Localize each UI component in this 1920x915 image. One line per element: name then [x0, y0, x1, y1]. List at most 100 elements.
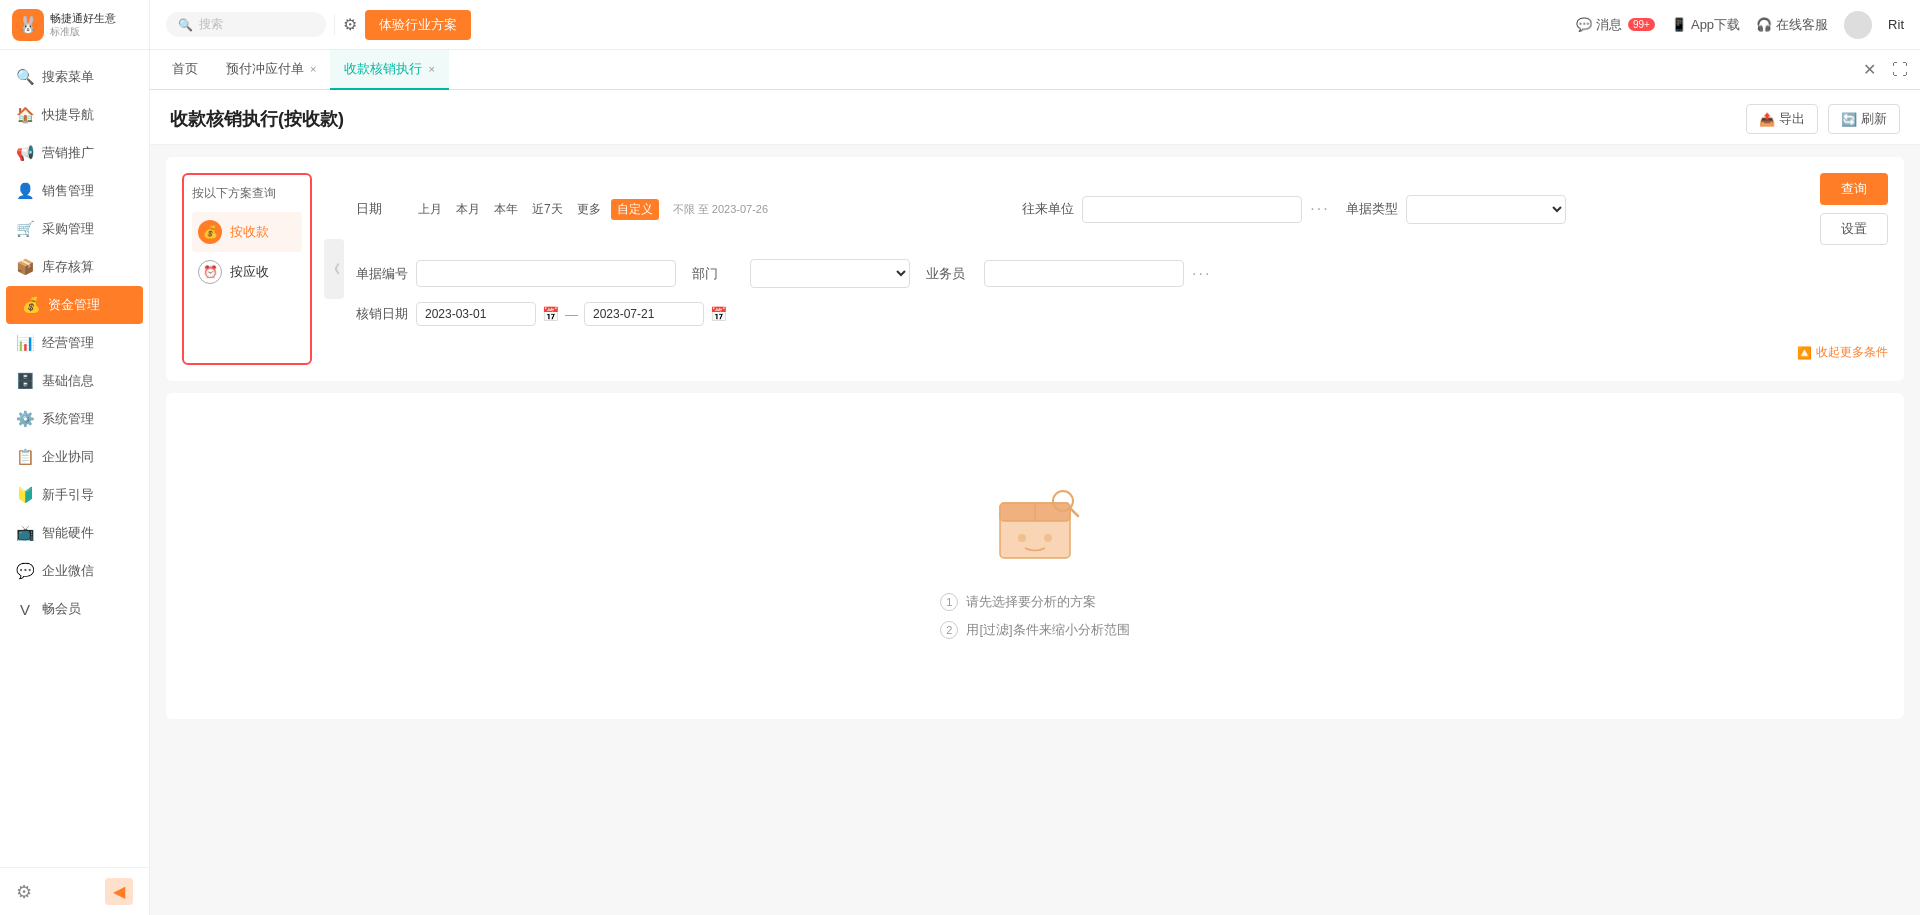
query-button[interactable]: 查询	[1820, 173, 1888, 205]
main-area: 🔍 搜索 ⚙ 体验行业方案 💬 消息 99+ 📱 App下载 🎧 在线客服 Ri…	[150, 0, 1920, 915]
verify-date-end[interactable]	[584, 302, 704, 326]
empty-illustration	[975, 473, 1095, 573]
topbar-search-box[interactable]: 🔍 搜索	[166, 12, 326, 37]
wechat-icon: 💬	[16, 562, 34, 580]
sidebar-item-enterprise[interactable]: 📋企业协同	[0, 438, 149, 476]
date-field: 日期 上月 本月 本年 近7天 更多 自定义 不限 至 2023-07-26	[356, 199, 768, 220]
filter-sidebar-title: 按以下方案查询	[192, 185, 302, 202]
sidebar-item-label: 资金管理	[48, 296, 100, 314]
smart-hw-icon: 📺	[16, 524, 34, 542]
sidebar-item-sales[interactable]: 👤销售管理	[0, 172, 149, 210]
shortcut-last-month[interactable]: 上月	[414, 199, 446, 220]
logo-text: 畅捷通好生意 标准版	[50, 11, 116, 38]
tabbar: 首页预付冲应付单× 收款核销执行 × ✕ ⛶	[150, 50, 1920, 90]
sidebar-item-label: 智能硬件	[42, 524, 94, 542]
sidebar-item-label: 企业协同	[42, 448, 94, 466]
collapse-sidebar-icon[interactable]: ◀	[105, 878, 133, 905]
vip-icon: V	[16, 601, 34, 618]
finance-icon: 💰	[22, 296, 40, 314]
date-separator: —	[565, 307, 578, 322]
receipt-icon: 💰	[198, 220, 222, 244]
sidebar-item-marketing[interactable]: 📢 营销推广	[0, 134, 149, 172]
page-title: 收款核销执行(按收款)	[170, 107, 344, 131]
guide-icon: 🔰	[16, 486, 34, 504]
shortcut-more[interactable]: 更多	[573, 199, 605, 220]
sidebar-item-operations[interactable]: 📊经营管理	[0, 324, 149, 362]
sidebar-item-finance[interactable]: 💰 资金管理	[6, 286, 143, 324]
purchase-icon: 🛒	[16, 220, 34, 238]
sidebar-item-label: 经营管理	[42, 334, 94, 352]
tab-close-receipt-offset[interactable]: ×	[428, 63, 434, 75]
sidebar-item-label: 系统管理	[42, 410, 94, 428]
collapse-more-btn[interactable]: 🔼 收起更多条件	[356, 340, 1888, 365]
shortcut-this-month[interactable]: 本月	[452, 199, 484, 220]
topbar-divider	[334, 15, 335, 35]
calendar-end-icon[interactable]: 📅	[710, 306, 727, 322]
department-field: 部门	[692, 259, 910, 288]
filter-option-by-receipt[interactable]: 💰 按收款	[192, 212, 302, 252]
messages-item[interactable]: 💬 消息 99+	[1576, 16, 1655, 34]
tab-label-receipt-offset: 收款核销执行	[344, 60, 422, 78]
search-icon: 🔍	[16, 68, 34, 86]
tab-home[interactable]: 首页	[158, 50, 212, 90]
sidebar-item-basic-info[interactable]: 🗄️基础信息	[0, 362, 149, 400]
sidebar-item-label: 营销推广	[42, 144, 94, 162]
tab-receipt-offset[interactable]: 收款核销执行 ×	[330, 50, 448, 90]
tab-close-prepay-offset[interactable]: ×	[310, 63, 316, 75]
sidebar-item-inventory[interactable]: 📦库存核算	[0, 248, 149, 286]
doc-no-input[interactable]	[416, 260, 676, 287]
department-label: 部门	[692, 265, 742, 283]
sidebar: 🐰 畅捷通好生意 标准版 🔍搜索菜单🏠快捷导航📢营销推广👤销售管理🛒采购管理📦库…	[0, 0, 150, 915]
partner-label: 往来单位	[1022, 200, 1074, 218]
employee-input[interactable]	[984, 260, 1184, 287]
sidebar-item-wechat[interactable]: 💬企业微信	[0, 552, 149, 590]
date-shortcuts: 上月 本月 本年 近7天 更多 自定义	[414, 199, 659, 220]
sidebar-item-quick-nav[interactable]: 🏠快捷导航	[0, 96, 149, 134]
user-name: Rit	[1888, 17, 1904, 32]
department-select[interactable]	[750, 259, 910, 288]
sidebar-item-smart-hw[interactable]: 📺 智能硬件	[0, 514, 149, 552]
sidebar-bottom: ⚙ ◀	[0, 867, 149, 915]
filter-option-by-receivable[interactable]: ⏰ 按应收	[192, 252, 302, 292]
filter-collapse-button[interactable]: 《	[324, 239, 344, 299]
page-header: 收款核销执行(按收款) 📤 导出 🔄 刷新	[150, 90, 1920, 145]
settings-icon[interactable]: ⚙	[16, 881, 32, 903]
app-icon: 📱	[1671, 17, 1687, 32]
marketing-icon: 📢	[16, 144, 34, 162]
partner-dots[interactable]: ···	[1310, 200, 1329, 218]
customer-service-item[interactable]: 🎧 在线客服	[1756, 16, 1828, 34]
sidebar-nav: 🔍搜索菜单🏠快捷导航 📢 营销推广 👤销售管理🛒采购管理📦库存核算 💰 资金管理 📊经营管理…	[0, 50, 149, 867]
gear-icon[interactable]: ⚙	[343, 15, 357, 34]
employee-dots[interactable]: ···	[1192, 265, 1211, 283]
doc-no-field: 单据编号	[356, 260, 676, 287]
filter-panel: 按以下方案查询 💰 按收款 ⏰ 按应收 《 日期	[166, 157, 1904, 381]
sidebar-item-label: 新手引导	[42, 486, 94, 504]
doc-type-select[interactable]	[1406, 195, 1566, 224]
date-label: 日期	[356, 200, 406, 218]
empty-tip-2: 2 用[过滤]条件来缩小分析范围	[940, 621, 1129, 639]
partner-input[interactable]	[1082, 196, 1302, 223]
shortcut-custom[interactable]: 自定义	[611, 199, 659, 220]
app-download-item[interactable]: 📱 App下载	[1671, 16, 1740, 34]
sidebar-item-guide[interactable]: 🔰 新手引导	[0, 476, 149, 514]
user-avatar[interactable]	[1844, 11, 1872, 39]
sidebar-item-label: 库存核算	[42, 258, 94, 276]
shortcut-this-year[interactable]: 本年	[490, 199, 522, 220]
tab-prepay-offset[interactable]: 预付冲应付单×	[212, 50, 330, 90]
sidebar-item-system[interactable]: ⚙️系统管理	[0, 400, 149, 438]
close-tab-button[interactable]: ✕	[1859, 56, 1880, 83]
basic-info-icon: 🗄️	[16, 372, 34, 390]
export-button[interactable]: 📤 导出	[1746, 104, 1818, 134]
page-actions: 📤 导出 🔄 刷新	[1746, 104, 1900, 134]
shortcut-7days[interactable]: 近7天	[528, 199, 567, 220]
settings-button[interactable]: 设置	[1820, 213, 1888, 245]
calendar-start-icon[interactable]: 📅	[542, 306, 559, 322]
sidebar-item-vip[interactable]: V畅会员	[0, 590, 149, 628]
maximize-button[interactable]: ⛶	[1888, 56, 1912, 83]
refresh-icon: 🔄	[1841, 112, 1857, 127]
solution-button[interactable]: 体验行业方案	[365, 10, 471, 40]
sidebar-item-purchase[interactable]: 🛒采购管理	[0, 210, 149, 248]
sidebar-item-search[interactable]: 🔍搜索菜单	[0, 58, 149, 96]
refresh-button[interactable]: 🔄 刷新	[1828, 104, 1900, 134]
verify-date-start[interactable]	[416, 302, 536, 326]
